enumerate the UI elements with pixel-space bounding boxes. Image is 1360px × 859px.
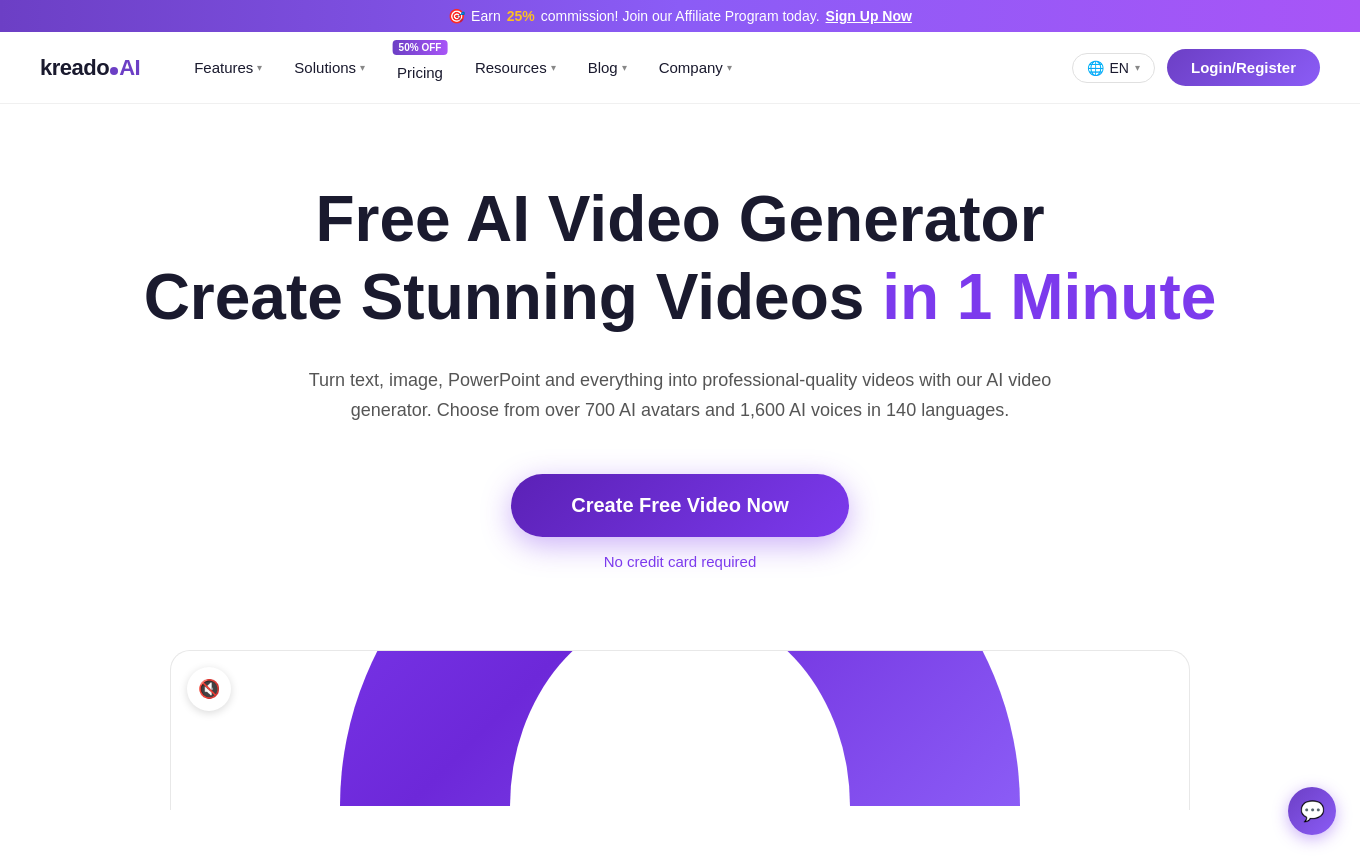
no-credit-card-text: No credit card required [100, 553, 1260, 570]
chat-icon: 💬 [1300, 799, 1325, 810]
logo[interactable]: kreadoAI [40, 55, 140, 81]
chevron-down-icon: ▾ [360, 62, 365, 73]
banner-suffix: commission! Join our Affiliate Program t… [541, 8, 820, 24]
chevron-down-icon: ▾ [257, 62, 262, 73]
hero-title-highlight: in 1 Minute [882, 261, 1216, 333]
lang-label: EN [1110, 60, 1129, 76]
navbar: kreadoAI Features ▾ Solutions ▾ 50% OFF … [0, 32, 1360, 104]
chevron-down-icon: ▾ [727, 62, 732, 73]
video-arc-inner [510, 651, 850, 806]
video-preview: 🔇 [170, 650, 1190, 810]
video-inner: 🔇 [171, 651, 1189, 806]
nav-item-features[interactable]: Features ▾ [180, 51, 276, 84]
pricing-badge: 50% OFF [393, 40, 448, 55]
nav-item-blog[interactable]: Blog ▾ [574, 51, 641, 84]
logo-text: kreadoAI [40, 55, 140, 81]
chevron-down-icon: ▾ [1135, 62, 1140, 73]
chevron-down-icon: ▾ [622, 62, 627, 73]
hero-title-line1: Free AI Video Generator [100, 184, 1260, 254]
top-banner: 🎯 Earn 25% commission! Join our Affiliat… [0, 0, 1360, 32]
language-selector[interactable]: 🌐 EN ▾ [1072, 53, 1155, 83]
hero-section: Free AI Video Generator Create Stunning … [80, 104, 1280, 610]
login-register-button[interactable]: Login/Register [1167, 49, 1320, 86]
nav-item-solutions[interactable]: Solutions ▾ [280, 51, 379, 84]
hero-title-plain: Create Stunning Videos [144, 261, 883, 333]
banner-percent: 25% [507, 8, 535, 24]
nav-item-resources[interactable]: Resources ▾ [461, 51, 570, 84]
banner-signup-link[interactable]: Sign Up Now [826, 8, 912, 24]
nav-item-company[interactable]: Company ▾ [645, 51, 746, 84]
hero-description: Turn text, image, PowerPoint and everyth… [300, 365, 1060, 426]
banner-icon: 🎯 [448, 8, 465, 24]
banner-prefix: Earn [471, 8, 501, 24]
mute-button[interactable]: 🔇 [187, 667, 231, 711]
nav-links: Features ▾ Solutions ▾ 50% OFF Pricing R… [180, 46, 1071, 89]
chevron-down-icon: ▾ [551, 62, 556, 73]
chat-widget[interactable]: 💬 [1288, 787, 1336, 810]
globe-icon: 🌐 [1087, 60, 1104, 76]
nav-right: 🌐 EN ▾ Login/Register [1072, 49, 1320, 86]
create-free-video-button[interactable]: Create Free Video Now [511, 474, 848, 537]
nav-item-pricing[interactable]: 50% OFF Pricing [383, 46, 457, 89]
hero-title-line2: Create Stunning Videos in 1 Minute [100, 262, 1260, 332]
